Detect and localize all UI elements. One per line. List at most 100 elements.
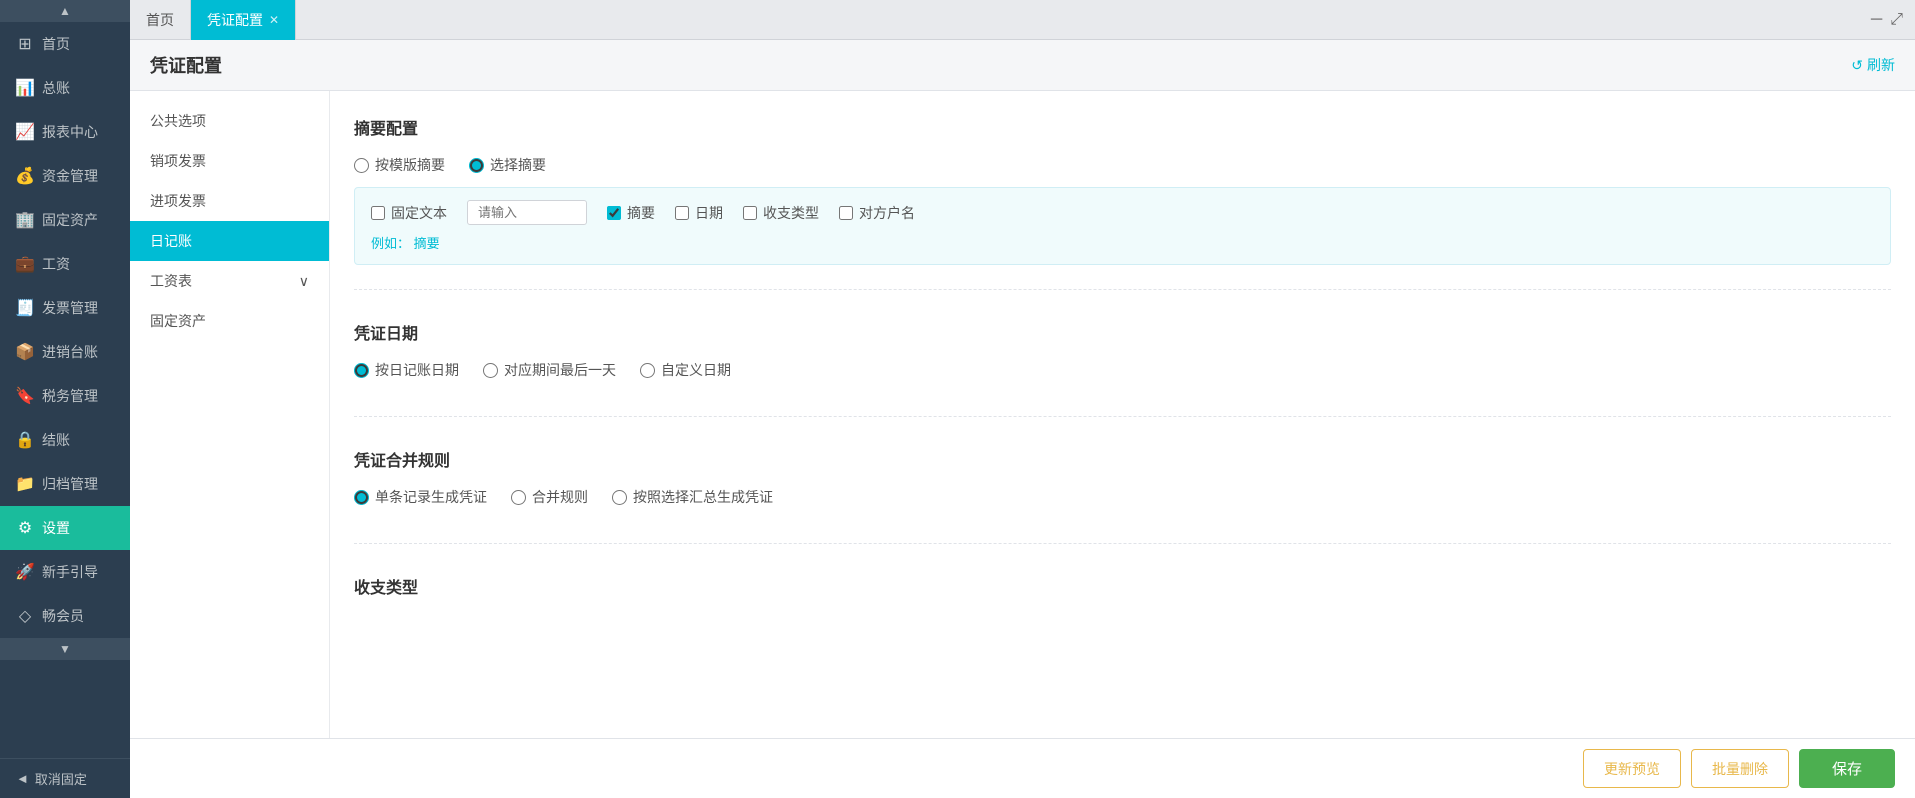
cancel-pin-button[interactable]: ◄ 取消固定 <box>0 758 130 798</box>
sidebar-item-home[interactable]: ⊞ 首页 <box>0 22 130 66</box>
tab-voucher[interactable]: 凭证配置 ✕ <box>191 0 296 40</box>
date-radio-custom-input[interactable] <box>640 363 655 378</box>
sidebar-item-invoice[interactable]: 🧾 发票管理 <box>0 286 130 330</box>
home-icon: ⊞ <box>16 35 34 53</box>
checkbox-fixed-text[interactable]: 固定文本 <box>371 203 447 223</box>
date-radio-journal-input[interactable] <box>354 363 369 378</box>
merge-single-label: 单条记录生成凭证 <box>375 487 487 507</box>
summary-radio-select[interactable]: 选择摘要 <box>469 155 546 175</box>
nav-journal[interactable]: 日记账 <box>130 221 329 261</box>
date-radio-period[interactable]: 对应期间最后一天 <box>483 360 616 380</box>
checkbox-counterpart[interactable]: 对方户名 <box>839 203 915 223</box>
date-radio-journal[interactable]: 按日记账日期 <box>354 360 459 380</box>
maximize-button[interactable]: ⤢ <box>1890 11 1903 29</box>
income-type-label: 收支类型 <box>763 203 819 223</box>
sidebar-label-tax: 税务管理 <box>42 386 98 406</box>
date-title: 凭证日期 <box>354 320 1891 344</box>
nav-payroll[interactable]: 工资表 ∨ <box>130 261 329 301</box>
tab-close-icon[interactable]: ✕ <box>269 13 279 27</box>
date-radio-group: 按日记账日期 对应期间最后一天 自定义日期 <box>354 360 1891 380</box>
checkbox-summary-input[interactable] <box>607 206 621 220</box>
income-type-section: 收支类型 <box>354 574 1891 638</box>
nav-sales-invoice[interactable]: 销项发票 <box>130 141 329 181</box>
close-accounts-icon: 🔒 <box>16 431 34 449</box>
nav-public[interactable]: 公共选项 <box>130 101 329 141</box>
merge-title: 凭证合并规则 <box>354 447 1891 471</box>
sidebar-item-close[interactable]: 🔒 结账 <box>0 418 130 462</box>
example-text: 例如： 摘要 <box>371 233 1874 252</box>
checkbox-summary[interactable]: 摘要 <box>607 203 655 223</box>
checkbox-date-input[interactable] <box>675 206 689 220</box>
date-radio-period-input[interactable] <box>483 363 498 378</box>
merge-radio-rule-input[interactable] <box>511 490 526 505</box>
sidebar-item-salary[interactable]: 💼 工资 <box>0 242 130 286</box>
tab-voucher-label: 凭证配置 <box>207 10 263 30</box>
merge-radio-group: 单条记录生成凭证 合并规则 按照选择汇总生成凭证 <box>354 487 1891 507</box>
date-section: 凭证日期 按日记账日期 对应期间最后一天 自定义日期 <box>354 320 1891 417</box>
page-title: 凭证配置 <box>150 52 222 78</box>
date-radio-custom[interactable]: 自定义日期 <box>640 360 731 380</box>
sidebar-label-close: 结账 <box>42 430 70 450</box>
sidebar-label-guide: 新手引导 <box>42 562 98 582</box>
merge-radio-single[interactable]: 单条记录生成凭证 <box>354 487 487 507</box>
sidebar-label-assets: 固定资产 <box>42 210 98 230</box>
sidebar-label-report: 报表中心 <box>42 122 98 142</box>
left-nav: 公共选项 销项发票 进项发票 日记账 工资表 ∨ 固定资产 <box>130 91 330 738</box>
sidebar-item-settings[interactable]: ⚙ 设置 <box>0 506 130 550</box>
page-header: 凭证配置 ↺ 刷新 <box>130 40 1915 91</box>
checkbox-income-type[interactable]: 收支类型 <box>743 203 819 223</box>
sidebar-item-member[interactable]: ◇ 畅会员 <box>0 594 130 638</box>
summary-radio-template-input[interactable] <box>354 158 369 173</box>
merge-select-label: 按照选择汇总生成凭证 <box>633 487 773 507</box>
sidebar-item-ledger[interactable]: 📊 总账 <box>0 66 130 110</box>
summary-template-label: 按模版摘要 <box>375 155 445 175</box>
tab-home[interactable]: 首页 <box>130 0 191 40</box>
checkbox-counterpart-input[interactable] <box>839 206 853 220</box>
summary-checkbox-group: 固定文本 摘要 日期 收支类型 <box>371 200 1874 225</box>
checkbox-fixed-text-input[interactable] <box>371 206 385 220</box>
nav-public-label: 公共选项 <box>150 111 206 131</box>
archive-icon: 📁 <box>16 475 34 493</box>
nav-fixed-assets[interactable]: 固定资产 <box>130 301 329 341</box>
save-button[interactable]: 保存 <box>1799 749 1895 788</box>
merge-radio-single-input[interactable] <box>354 490 369 505</box>
update-preview-button[interactable]: 更新预览 <box>1583 749 1681 788</box>
nav-purchase-invoice[interactable]: 进项发票 <box>130 181 329 221</box>
guide-icon: 🚀 <box>16 563 34 581</box>
merge-radio-select[interactable]: 按照选择汇总生成凭证 <box>612 487 773 507</box>
checkbox-date[interactable]: 日期 <box>675 203 723 223</box>
sidebar-item-archive[interactable]: 📁 归档管理 <box>0 462 130 506</box>
summary-radio-select-input[interactable] <box>469 158 484 173</box>
sales-icon: 📦 <box>16 343 34 361</box>
cancel-pin-label: 取消固定 <box>35 769 87 788</box>
sidebar-item-tax[interactable]: 🔖 税务管理 <box>0 374 130 418</box>
tax-icon: 🔖 <box>16 387 34 405</box>
sidebar-item-guide[interactable]: 🚀 新手引导 <box>0 550 130 594</box>
window-controls: ─ ⤢ <box>1871 11 1915 29</box>
merge-radio-rule[interactable]: 合并规则 <box>511 487 588 507</box>
date-journal-label: 按日记账日期 <box>375 360 459 380</box>
refresh-label: 刷新 <box>1867 55 1895 75</box>
merge-radio-select-input[interactable] <box>612 490 627 505</box>
sidebar-label-settings: 设置 <box>42 518 70 538</box>
sidebar-label-sales: 进销台账 <box>42 342 98 362</box>
sidebar-scroll-down[interactable]: ▼ <box>0 638 130 660</box>
sidebar-item-report[interactable]: 📈 报表中心 <box>0 110 130 154</box>
minimize-button[interactable]: ─ <box>1871 11 1882 29</box>
summary-title: 摘要配置 <box>354 115 1891 139</box>
summary-label: 摘要 <box>627 203 655 223</box>
report-icon: 📈 <box>16 123 34 141</box>
checkbox-income-type-input[interactable] <box>743 206 757 220</box>
summary-radio-template[interactable]: 按模版摘要 <box>354 155 445 175</box>
fixed-text-label: 固定文本 <box>391 203 447 223</box>
refresh-button[interactable]: ↺ 刷新 <box>1851 55 1895 75</box>
fixed-text-input[interactable] <box>467 200 587 225</box>
refresh-icon: ↺ <box>1851 57 1863 74</box>
sidebar-scroll-up[interactable]: ▲ <box>0 0 130 22</box>
sidebar-label-archive: 归档管理 <box>42 474 98 494</box>
sidebar-item-assets[interactable]: 🏢 固定资产 <box>0 198 130 242</box>
assets-icon: 🏢 <box>16 211 34 229</box>
batch-delete-button[interactable]: 批量删除 <box>1691 749 1789 788</box>
sidebar-item-sales[interactable]: 📦 进销台账 <box>0 330 130 374</box>
sidebar-item-funds[interactable]: 💰 资金管理 <box>0 154 130 198</box>
